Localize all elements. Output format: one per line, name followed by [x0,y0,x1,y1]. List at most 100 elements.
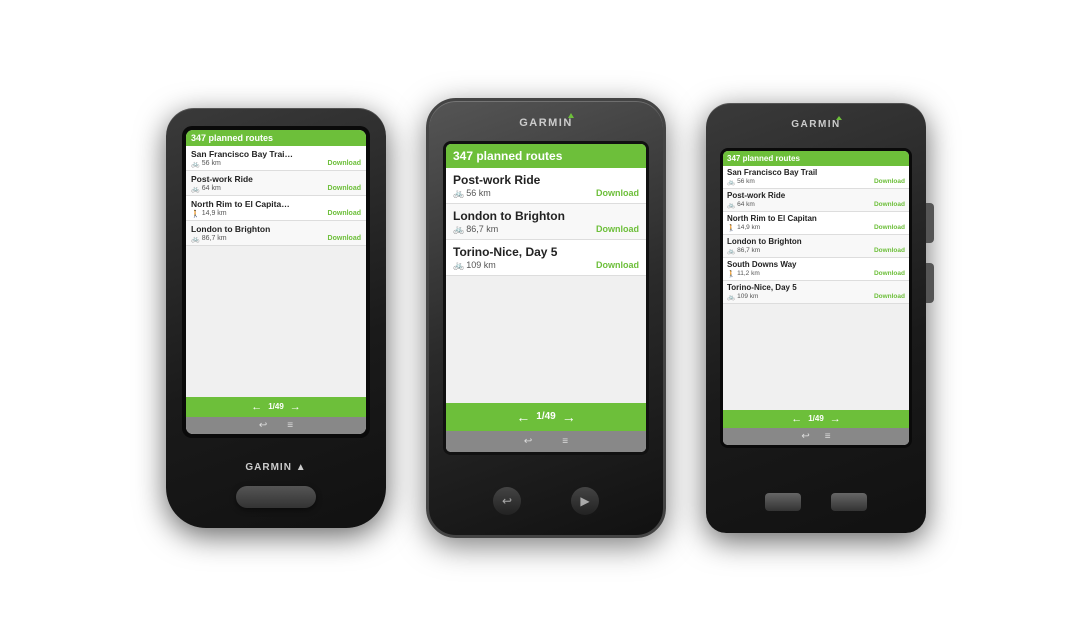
download-button[interactable]: Download [874,270,905,277]
bike-icon: 🚲 [727,201,735,209]
list-item: Post-work Ride 🚲 64 km Download [723,189,909,212]
download-button[interactable]: Download [596,260,639,270]
device-edge: GARMIN 347 planned routes Post-work Ride… [426,98,666,538]
route-name: North Rim to El Capita… [191,199,361,209]
garmin-triangle-icon [568,113,574,118]
page-indicator: 1/49 [268,402,284,411]
route-dist: 🚶 14,9 km [727,224,760,232]
route-meta: 🚲 56 km Download [191,160,361,168]
route-name: London to Brighton [453,209,639,223]
route-name: London to Brighton [191,224,361,234]
touring-side-button[interactable] [926,263,934,303]
touring-screen-ui: 347 planned routes San Francisco Bay Tra… [723,151,909,445]
route-name: Post-work Ride [191,174,361,184]
route-meta: 🚲 56 km Download [453,188,639,199]
bike-icon: 🚲 [191,160,200,168]
route-name: Torino-Nice, Day 5 [453,245,639,259]
edge-play-button[interactable]: ▶ [571,487,599,515]
route-meta: 🚲 109 km Download [727,293,905,301]
list-item: South Downs Way 🚶 11,2 km Download [723,258,909,281]
route-dist: 🚲 109 km [453,260,496,271]
download-button[interactable]: Download [328,235,361,242]
bike-icon: 🚲 [727,178,735,186]
prev-button[interactable]: ← [251,401,262,413]
touring-left-button[interactable] [765,493,801,511]
touring-route-list: San Francisco Bay Trail 🚲 56 km Download… [723,166,909,410]
route-dist: 🚲 86,7 km [191,235,227,243]
walk-icon: 🚶 [727,224,735,232]
back-icon[interactable]: ↩ [259,420,267,431]
oregon-bottom-button[interactable] [236,486,316,508]
route-meta: 🚲 86,7 km Download [453,224,639,235]
back-icon[interactable]: ↩ [801,431,809,442]
touring-side-button[interactable] [926,203,934,243]
garmin-triangle-icon [836,116,842,120]
edge-back-button[interactable]: ↩ [493,487,521,515]
next-button[interactable]: → [562,409,576,425]
oregon-screen-bezel: 347 planned routes San Francisco Bay Tra… [182,126,370,438]
walk-icon: 🚶 [727,270,735,278]
download-button[interactable]: Download [328,210,361,217]
touring-right-button[interactable] [831,493,867,511]
bike-icon: 🚲 [453,188,464,199]
download-button[interactable]: Download [328,160,361,167]
download-button[interactable]: Download [874,247,905,254]
prev-button[interactable]: ← [791,413,802,425]
list-item: London to Brighton 🚲 86,7 km Download [723,235,909,258]
route-dist: 🚲 109 km [727,293,758,301]
download-button[interactable]: Download [874,178,905,185]
route-meta: 🚶 14,9 km Download [191,210,361,218]
list-item: San Francisco Bay Trail 🚲 56 km Download [723,166,909,189]
edge-garmin-label: GARMIN [519,117,573,129]
route-dist: 🚶 14,9 km [191,210,227,218]
route-name: London to Brighton [727,237,905,246]
edge-nav-bar: ← 1/49 → [446,403,646,431]
touring-screen-bezel: 347 planned routes San Francisco Bay Tra… [720,148,912,448]
walk-icon: 🚶 [191,210,200,218]
back-icon[interactable]: ↩ [524,436,532,447]
route-meta: 🚲 86,7 km Download [727,247,905,255]
route-name: San Francisco Bay Trai… [191,149,361,159]
device-touring: GARMIN 347 planned routes San Francisco … [706,103,926,533]
route-meta: 🚶 14,9 km Download [727,224,905,232]
route-name: South Downs Way [727,260,905,269]
route-meta: 🚲 109 km Download [453,260,639,271]
list-item: London to Brighton 🚲 86,7 km Download [186,221,366,246]
route-name: Torino-Nice, Day 5 [727,283,905,292]
menu-icon[interactable]: ≡ [287,420,293,431]
edge-body: GARMIN 347 planned routes Post-work Ride… [426,98,666,538]
route-dist: 🚲 86,7 km [453,224,498,235]
page-indicator: 1/49 [536,411,555,422]
route-dist: 🚲 86,7 km [727,247,760,255]
bike-icon: 🚲 [727,293,735,301]
next-button[interactable]: → [290,401,301,413]
download-button[interactable]: Download [596,224,639,234]
next-button[interactable]: → [830,413,841,425]
menu-icon[interactable]: ≡ [562,436,568,447]
route-name: Post-work Ride [453,173,639,187]
edge-screen: 347 planned routes Post-work Ride 🚲 56 k… [446,144,646,452]
download-button[interactable]: Download [874,201,905,208]
route-meta: 🚲 64 km Download [191,185,361,193]
oregon-route-list: San Francisco Bay Trai… 🚲 56 km Download… [186,146,366,397]
list-item: Post-work Ride 🚲 56 km Download [446,168,646,204]
touring-header: 347 planned routes [723,151,909,166]
edge-header: 347 planned routes [446,144,646,168]
edge-bottom-icons: ↩ ≡ [446,431,646,452]
bike-icon: 🚲 [727,247,735,255]
edge-route-list: Post-work Ride 🚲 56 km Download London t… [446,168,646,403]
list-item: Torino-Nice, Day 5 🚲 109 km Download [723,281,909,304]
download-button[interactable]: Download [328,185,361,192]
menu-icon[interactable]: ≡ [825,431,831,442]
edge-screen-bezel: 347 planned routes Post-work Ride 🚲 56 k… [443,141,649,455]
prev-button[interactable]: ← [516,409,530,425]
download-button[interactable]: Download [874,224,905,231]
download-button[interactable]: Download [596,188,639,198]
list-item: North Rim to El Capita… 🚶 14,9 km Downlo… [186,196,366,221]
route-dist: 🚲 64 km [191,185,221,193]
touring-nav-bar: ← 1/49 → [723,410,909,428]
route-meta: 🚲 86,7 km Download [191,235,361,243]
route-meta: 🚶 11,2 km Download [727,270,905,278]
download-button[interactable]: Download [874,293,905,300]
page-indicator: 1/49 [808,414,824,423]
